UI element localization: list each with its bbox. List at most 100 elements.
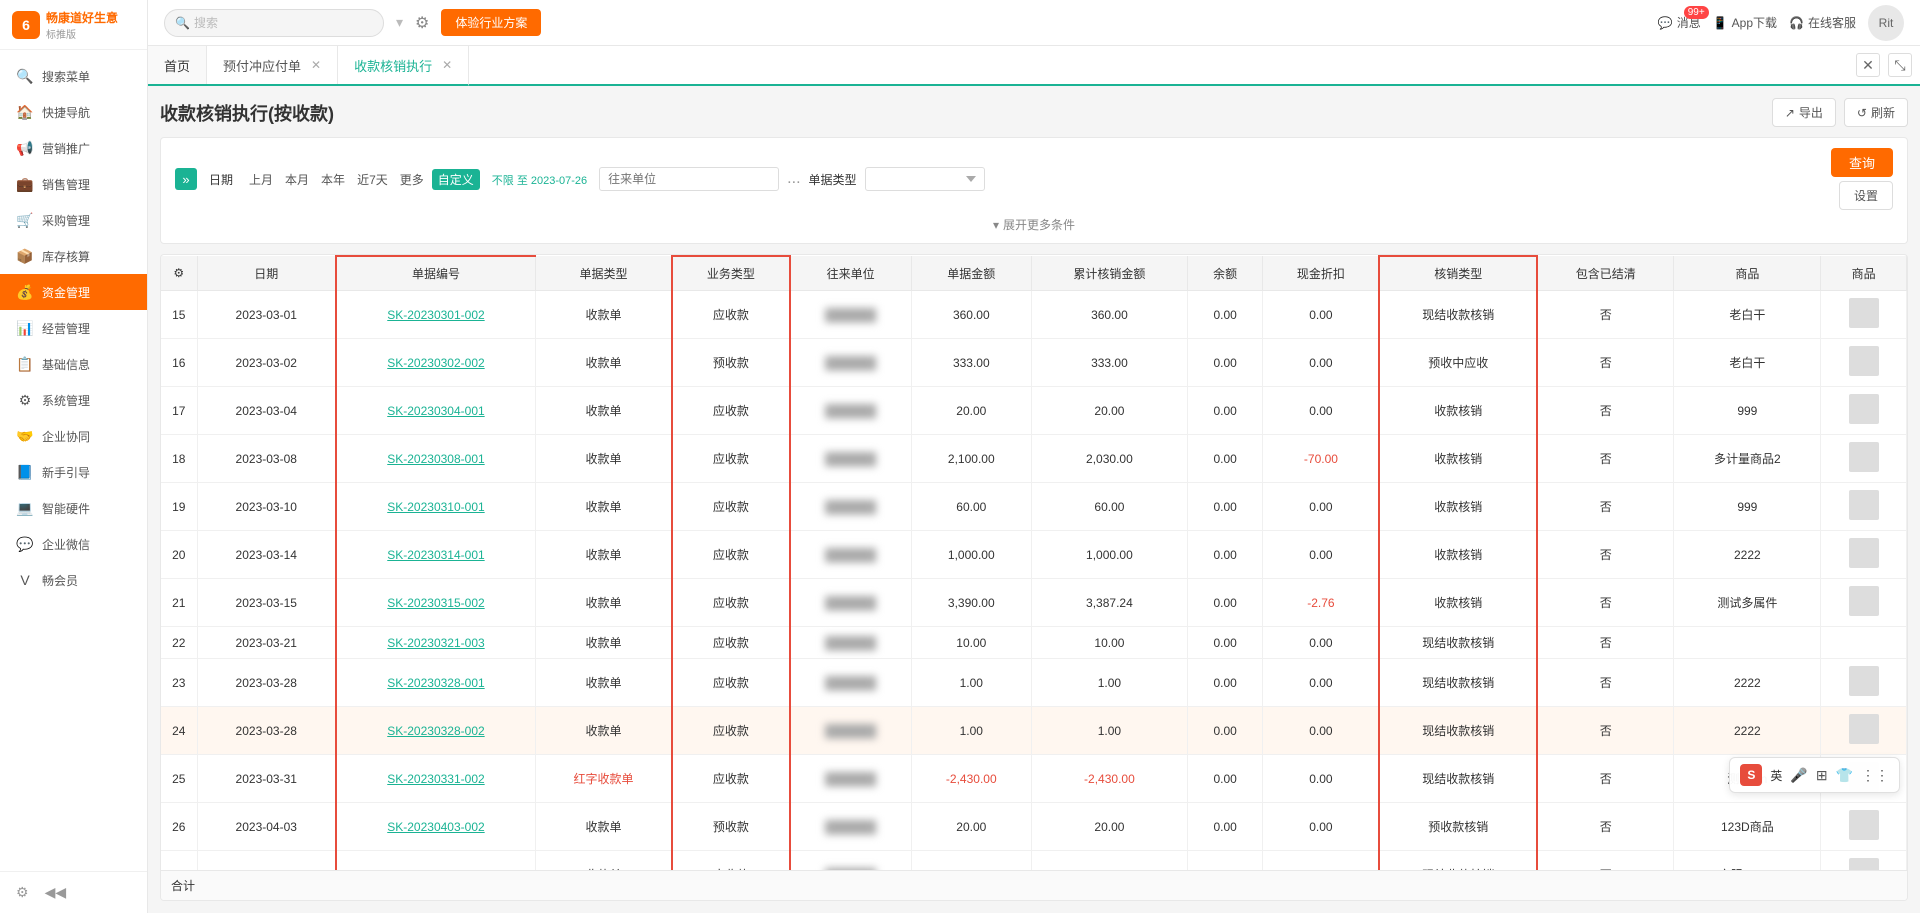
filter-toggle-btn[interactable]: » [175, 168, 197, 190]
cell-docno[interactable]: SK-20230308-001 [336, 435, 535, 483]
cell-partner: ██████ [790, 851, 912, 871]
expand-tab-btn[interactable]: ⤡ [1888, 53, 1912, 77]
cell-verifytype: 现结收款核销 [1379, 659, 1537, 707]
table-scroll[interactable]: ⚙ 日期 单据编号 单据类型 业务类型 往来单位 单据金额 累计核销金额 余额 … [161, 255, 1907, 870]
cell-inclsettled: 否 [1537, 531, 1674, 579]
tab-close-btn[interactable]: ✕ [311, 58, 321, 72]
industry-btn[interactable]: 体验行业方案 [441, 9, 541, 36]
date-btn-last-month[interactable]: 上月 [245, 169, 277, 190]
partner-input[interactable] [599, 167, 779, 191]
cell-docno[interactable]: SK-20230304-001 [336, 387, 535, 435]
cell-biztype: 应收款 [672, 627, 789, 659]
table-row: 27 2023-04-08 SK-20230408-001 收款单 应收款 ██… [161, 851, 1907, 871]
cell-doctype: 收款单 [535, 851, 672, 871]
goods-thumbnail [1849, 346, 1879, 376]
export-btn[interactable]: ↗ 导出 [1772, 98, 1836, 127]
date-btn-more[interactable]: 更多 [396, 169, 428, 190]
ime-mic-icon[interactable]: 🎤 [1790, 767, 1807, 784]
sidebar-item-系统管理[interactable]: ⚙系统管理 [0, 382, 147, 418]
cell-docno[interactable]: SK-20230331-002 [336, 755, 535, 803]
cell-partner: ██████ [790, 579, 912, 627]
date-btn-custom[interactable]: 自定义 [432, 169, 480, 190]
sidebar-item-新手引导[interactable]: 📘新手引导 [0, 454, 147, 490]
ime-grid-icon[interactable]: ⊞ [1816, 767, 1828, 784]
nav-icon: ⚙ [16, 391, 34, 409]
cell-docno[interactable]: SK-20230328-002 [336, 707, 535, 755]
goods-thumbnail [1849, 586, 1879, 616]
notification-area[interactable]: 💬 消息 99+ [1658, 14, 1701, 31]
tabs-right: ✕ ⤡ [1856, 46, 1920, 84]
cell-docno[interactable]: SK-20230403-002 [336, 803, 535, 851]
ime-more-icon[interactable]: ⋮⋮ [1861, 767, 1889, 784]
sidebar-item-智能硬件[interactable]: 💻智能硬件 [0, 490, 147, 526]
goods-thumbnail [1849, 714, 1879, 744]
cell-goods: 衣服00001 [1674, 851, 1821, 871]
date-btn-this-month[interactable]: 本月 [281, 169, 313, 190]
cell-docno[interactable]: SK-20230408-001 [336, 851, 535, 871]
sidebar-item-采购管理[interactable]: 🛒采购管理 [0, 202, 147, 238]
cell-biztype: 应收款 [672, 291, 789, 339]
tab-收款核销执行[interactable]: 收款核销执行✕ [338, 46, 469, 86]
refresh-btn[interactable]: ↺ 刷新 [1844, 98, 1908, 127]
cell-docno[interactable]: SK-20230310-001 [336, 483, 535, 531]
sidebar-item-企业微信[interactable]: 💬企业微信 [0, 526, 147, 562]
user-avatar[interactable]: Rit [1868, 5, 1904, 41]
goods-thumbnail [1849, 810, 1879, 840]
nav-label: 新手引导 [42, 464, 90, 481]
cell-biztype: 应收款 [672, 435, 789, 483]
cell-docno[interactable]: SK-20230328-001 [336, 659, 535, 707]
online-service[interactable]: 🎧 在线客服 [1789, 14, 1856, 31]
topbar-settings-icon[interactable]: ⚙ [415, 13, 429, 33]
sidebar-item-库存核算[interactable]: 📦库存核算 [0, 238, 147, 274]
cell-cashdiscount: 0.00 [1263, 659, 1380, 707]
cell-docno[interactable]: SK-20230301-002 [336, 291, 535, 339]
cell-docno[interactable]: SK-20230321-003 [336, 627, 535, 659]
sidebar-item-经营管理[interactable]: 📊经营管理 [0, 310, 147, 346]
sidebar-item-快捷导航[interactable]: 🏠快捷导航 [0, 94, 147, 130]
cell-docno[interactable]: SK-20230302-002 [336, 339, 535, 387]
tab-预付冲应付单[interactable]: 预付冲应付单✕ [207, 46, 338, 84]
expand-more-row[interactable]: ▾ 展开更多条件 [175, 216, 1893, 233]
nav-label: 销售管理 [42, 176, 90, 193]
cell-docno[interactable]: SK-20230315-002 [336, 579, 535, 627]
cell-docno[interactable]: SK-20230314-001 [336, 531, 535, 579]
dropdown-icon[interactable]: ▾ [396, 14, 403, 31]
ime-shirt-icon[interactable]: 👕 [1836, 767, 1853, 784]
cell-no: 16 [161, 339, 197, 387]
date-btn-this-year[interactable]: 本年 [317, 169, 349, 190]
col-balance: 余额 [1187, 256, 1262, 291]
sidebar-item-销售管理[interactable]: 💼销售管理 [0, 166, 147, 202]
nav-label: 快捷导航 [42, 104, 90, 121]
sidebar-item-畅会员[interactable]: V畅会员 [0, 562, 147, 598]
refresh-icon: ↺ [1857, 106, 1867, 120]
query-btn[interactable]: 查询 [1831, 148, 1893, 177]
tab-close-btn[interactable]: ✕ [442, 58, 452, 72]
sidebar-item-基础信息[interactable]: 📋基础信息 [0, 346, 147, 382]
tab-首页[interactable]: 首页 [148, 46, 207, 84]
cell-goods: 999 [1674, 387, 1821, 435]
goods-thumbnail [1849, 490, 1879, 520]
cell-docamount: 360.00 [911, 291, 1031, 339]
settings-bottom-icon[interactable]: ⚙ [16, 884, 29, 901]
sidebar-item-资金管理[interactable]: 💰资金管理 [0, 274, 147, 310]
more-filter-dots[interactable]: ... [787, 170, 800, 188]
sidebar-item-企业协同[interactable]: 🤝企业协同 [0, 418, 147, 454]
cell-cashdiscount: 0.00 [1263, 851, 1380, 871]
date-btn-7days[interactable]: 近7天 [353, 169, 392, 190]
cell-verifytype: 现结收款核销 [1379, 291, 1537, 339]
close-tab-btn[interactable]: ✕ [1856, 53, 1880, 77]
table-row: 19 2023-03-10 SK-20230310-001 收款单 应收款 ██… [161, 483, 1907, 531]
cell-biztype: 应收款 [672, 659, 789, 707]
sidebar-nav: 🔍搜索菜单🏠快捷导航📢营销推广💼销售管理🛒采购管理📦库存核算💰资金管理📊经营管理… [0, 50, 147, 871]
collapse-icon[interactable]: ◀◀ [45, 884, 67, 901]
goods-thumbnail [1849, 666, 1879, 696]
filter-settings-btn[interactable]: 设置 [1839, 181, 1893, 210]
table-row: 18 2023-03-08 SK-20230308-001 收款单 应收款 ██… [161, 435, 1907, 483]
sidebar-item-营销推广[interactable]: 📢营销推广 [0, 130, 147, 166]
cell-inclsettled: 否 [1537, 803, 1674, 851]
sidebar-item-搜索菜单[interactable]: 🔍搜索菜单 [0, 58, 147, 94]
app-download[interactable]: 📱 App下载 [1713, 14, 1777, 31]
cell-goods-thumb [1821, 659, 1907, 707]
nav-label: 采购管理 [42, 212, 90, 229]
receipt-type-select[interactable] [865, 167, 985, 191]
